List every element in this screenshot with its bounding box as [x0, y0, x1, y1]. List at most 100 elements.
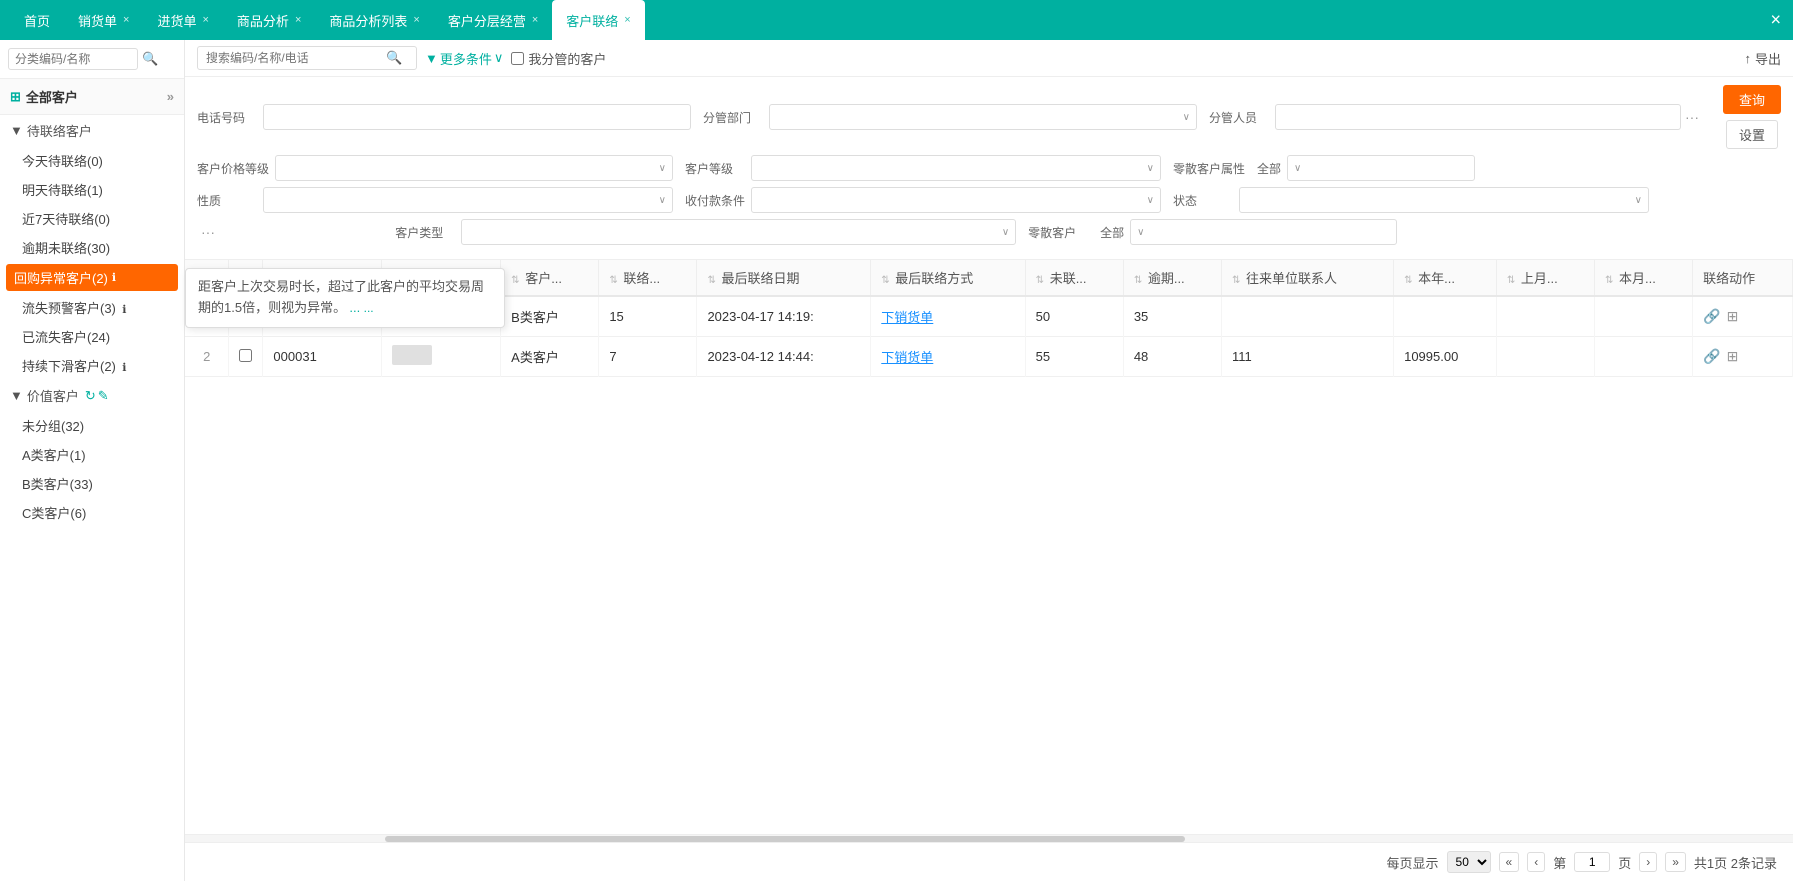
filter-cell-customer-type: 客户类型 ∨ — [395, 219, 1016, 245]
all-customers-header[interactable]: ⊞ 全部客户 » — [0, 79, 184, 115]
nav-product-analysis[interactable]: 商品分析 × — [223, 0, 315, 40]
th-uncontacted[interactable]: ⇅ 未联... — [1025, 260, 1123, 296]
close-product-analysis-list[interactable]: × — [413, 14, 419, 26]
dept-select[interactable]: ∨ — [769, 104, 1197, 130]
dept-label: 分管部门 — [703, 109, 763, 126]
pagination-bar: 每页显示 50 « ‹ 第 页 › » 共1页 2条记录 — [185, 842, 1793, 881]
nav-purchase-order[interactable]: 进货单 × — [143, 0, 222, 40]
sidebar-item-already-lost[interactable]: 已流失客户(24) — [0, 322, 184, 351]
sidebar-item-repurchase-abnormal[interactable]: 回购异常客户(2) ℹ — [6, 264, 178, 291]
status-arrow-icon: ∨ — [1635, 195, 1642, 206]
nature-arrow-icon: ∨ — [659, 195, 666, 206]
export-button[interactable]: ↑ 导出 — [1744, 49, 1781, 68]
page-size-select[interactable]: 50 — [1447, 851, 1491, 873]
scattered-customer-select[interactable]: ∨ — [1130, 219, 1396, 245]
row-select-checkbox-1[interactable] — [239, 349, 252, 362]
horizontal-scrollbar[interactable] — [185, 834, 1793, 842]
th-company-contact[interactable]: ⇅ 往来单位联系人 — [1221, 260, 1393, 296]
nav-sales-order[interactable]: 销货单 × — [64, 0, 143, 40]
close-sales-order[interactable]: × — [123, 14, 129, 26]
sidebar-item-tomorrow-pending[interactable]: 明天待联络(1) — [0, 175, 184, 204]
nav-customer-layered[interactable]: 客户分层经营 × — [434, 0, 552, 40]
scrollbar-thumb[interactable] — [385, 836, 1185, 842]
price-level-arrow-icon: ∨ — [659, 163, 666, 174]
row-this-month-1 — [1595, 337, 1693, 377]
th-contact-count[interactable]: ⇅ 联络... — [599, 260, 697, 296]
sort-method-icon: ⇅ — [881, 275, 889, 286]
sidebar-search-icon[interactable]: 🔍 — [142, 51, 158, 67]
row-company-contact-1: 111 — [1221, 337, 1393, 377]
value-refresh-icon[interactable]: ↻ — [85, 388, 96, 404]
sidebar-item-7day-pending[interactable]: 近7天待联络(0) — [0, 204, 184, 233]
row-uncontacted-1: 55 — [1025, 337, 1123, 377]
tooltip-more-link[interactable]: ... — [349, 300, 360, 315]
query-button[interactable]: 查询 — [1723, 85, 1781, 114]
action-link-icon-0[interactable]: 🔗 — [1703, 308, 1720, 325]
nav-product-analysis-list[interactable]: 商品分析列表 × — [315, 0, 433, 40]
price-level-select[interactable]: ∨ — [275, 155, 673, 181]
my-customers-checkbox[interactable] — [511, 52, 524, 65]
row-company-contact-0 — [1221, 296, 1393, 337]
close-window-button[interactable]: × — [1770, 10, 1781, 31]
collapse-sidebar-btn[interactable]: » — [167, 89, 174, 104]
customer-type-select[interactable]: ∨ — [461, 219, 1016, 245]
th-last-contact-date[interactable]: ⇅ 最后联络日期 — [697, 260, 871, 296]
tooltip-popup: 距客户上次交易时长，超过了此客户的平均交易周期的1.5倍，则视为异常。 ... — [185, 268, 505, 328]
customer-level-select[interactable]: ∨ — [751, 155, 1161, 181]
main-layout: 🔍 ⊞ 全部客户 » ▼ 待联络客户 今天待联络(0) 明天待联络(1) 近7天… — [0, 40, 1793, 881]
row-contact-count-1: 7 — [599, 337, 697, 377]
row4-dots-icon[interactable]: ··· — [201, 224, 215, 240]
search-bar-icon[interactable]: 🔍 — [386, 50, 402, 66]
table-row: 2 000031 A类客户 7 2023-04-12 14:44: 下销货单 5… — [185, 337, 1793, 377]
close-product-analysis[interactable]: × — [295, 14, 301, 26]
th-overdue[interactable]: ⇅ 逾期... — [1123, 260, 1221, 296]
first-page-button[interactable]: « — [1499, 852, 1520, 872]
status-select[interactable]: ∨ — [1239, 187, 1649, 213]
page-number-input[interactable] — [1574, 852, 1610, 872]
person-input[interactable] — [1275, 104, 1681, 130]
last-page-button[interactable]: » — [1665, 852, 1686, 872]
filter-cell-scattered-attr: 零散客户属性 全部 ∨ — [1173, 155, 1649, 181]
th-last-contact-method[interactable]: ⇅ 最后联络方式 — [871, 260, 1025, 296]
action-grid-icon-1[interactable]: ⊞ — [1727, 348, 1739, 365]
sidebar-item-ungrouped[interactable]: 未分组(32) — [0, 411, 184, 440]
close-customer-layered[interactable]: × — [532, 14, 538, 26]
person-dots-icon[interactable]: ··· — [1685, 109, 1699, 125]
sidebar-item-lost-preview[interactable]: 流失预警客户(3) ℹ — [0, 293, 184, 322]
nav-customer-contact[interactable]: 客户联络 × — [552, 0, 644, 40]
scattered-attr-select[interactable]: ∨ — [1287, 155, 1475, 181]
value-customers-group[interactable]: ▼ 价值客户 ↻ ✎ — [0, 380, 184, 411]
th-this-year[interactable]: ⇅ 本年... — [1394, 260, 1497, 296]
sidebar-item-class-a[interactable]: A类客户(1) — [0, 440, 184, 469]
sidebar-item-class-b[interactable]: B类客户(33) — [0, 469, 184, 498]
sidebar-search-input[interactable] — [8, 48, 138, 70]
scattered-customer-label: 零散客户 — [1028, 224, 1088, 241]
payment-select[interactable]: ∨ — [751, 187, 1161, 213]
close-customer-contact[interactable]: × — [624, 14, 630, 26]
th-last-month[interactable]: ⇅ 上月... — [1496, 260, 1594, 296]
th-this-month[interactable]: ⇅ 本月... — [1595, 260, 1693, 296]
more-conditions-button[interactable]: ▼ 更多条件 ∨ — [425, 49, 503, 68]
sidebar-item-declining[interactable]: 持续下滑客户(2) ℹ — [0, 351, 184, 380]
th-customer-type[interactable]: ⇅ 客户... — [501, 260, 599, 296]
scattered-attr-label: 零散客户属性 — [1173, 160, 1245, 177]
phone-input[interactable] — [263, 104, 691, 130]
pending-contact-group[interactable]: ▼ 待联络客户 — [0, 115, 184, 146]
prev-page-button[interactable]: ‹ — [1527, 852, 1545, 872]
settings-button[interactable]: 设置 — [1726, 120, 1778, 149]
next-page-button[interactable]: › — [1639, 852, 1657, 872]
sidebar-item-overdue-contact[interactable]: 逾期未联络(30) — [0, 233, 184, 262]
sidebar-item-class-c[interactable]: C类客户(6) — [0, 498, 184, 527]
close-purchase-order[interactable]: × — [202, 14, 208, 26]
value-edit-icon[interactable]: ✎ — [98, 388, 109, 404]
nav-home[interactable]: 首页 — [10, 0, 64, 40]
row-last-contact-method-1[interactable]: 下销货单 — [871, 337, 1025, 377]
action-grid-icon-0[interactable]: ⊞ — [1727, 308, 1739, 325]
nature-select[interactable]: ∨ — [263, 187, 673, 213]
scattered-attr-arrow-icon: ∨ — [1294, 163, 1301, 174]
action-link-icon-1[interactable]: 🔗 — [1703, 348, 1720, 365]
sidebar-item-today-pending[interactable]: 今天待联络(0) — [0, 146, 184, 175]
total-records-label: 共1页 2条记录 — [1694, 853, 1777, 872]
search-input[interactable] — [206, 51, 386, 65]
row-last-contact-method-0[interactable]: 下销货单 — [871, 296, 1025, 337]
